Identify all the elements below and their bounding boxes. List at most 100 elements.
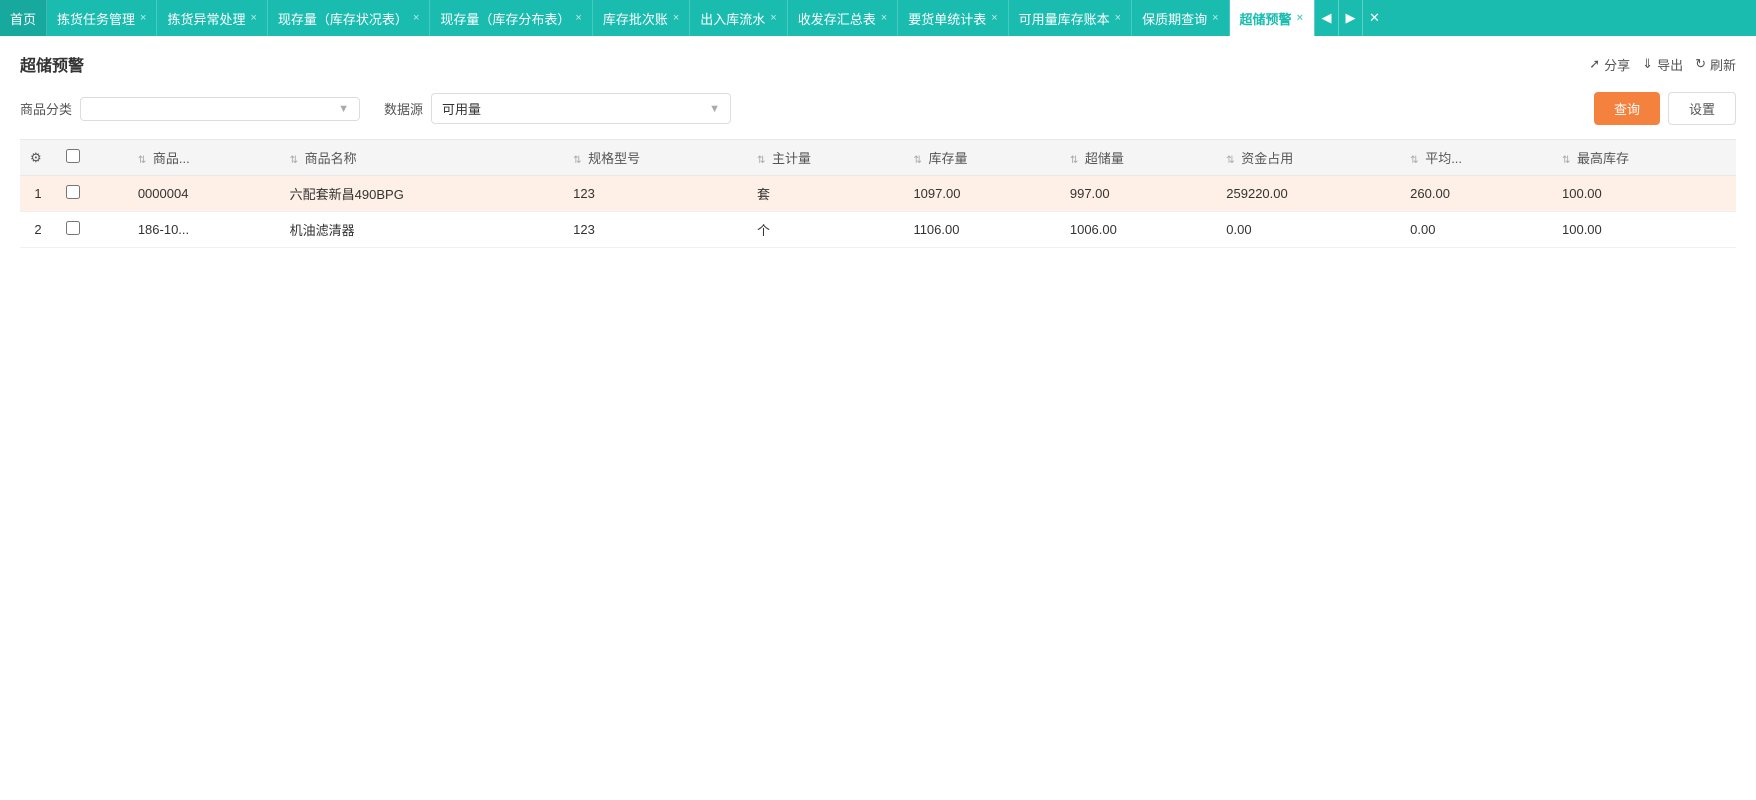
row-over-stock: 997.00 [1060, 176, 1216, 212]
filter-actions: 查询 设置 [1594, 92, 1736, 125]
nav-home[interactable]: 首页 [0, 0, 47, 36]
row-product-name: 六配套新昌490BPG [280, 176, 563, 212]
row-checkbox[interactable] [66, 221, 80, 235]
row-number: 1 [20, 176, 56, 212]
sort-icon: ⇅ [1070, 155, 1078, 166]
th-avg[interactable]: ⇅ 平均... [1400, 140, 1552, 176]
row-checkbox[interactable] [66, 185, 80, 199]
sort-icon: ⇅ [1410, 155, 1418, 166]
close-icon[interactable]: × [413, 12, 419, 24]
nav-current-stock-status[interactable]: 现存量（库存状况表） × [268, 0, 430, 36]
settings-gear-col[interactable]: ⚙ [20, 140, 56, 176]
nav-requisition-stats[interactable]: 要货单统计表 × [898, 0, 1008, 36]
row-checkbox-cell[interactable] [56, 176, 128, 212]
title-actions: ➚ 分享 ⇓ 导出 ↻ 刷新 [1589, 55, 1736, 74]
close-icon[interactable]: × [1297, 12, 1303, 24]
nav-close-all-arrow[interactable]: ✕ [1362, 0, 1386, 36]
datasource-label: 数据源 [384, 99, 423, 118]
page-title-row: 超储预警 ➚ 分享 ⇓ 导出 ↻ 刷新 [20, 52, 1736, 76]
close-icon[interactable]: × [1212, 12, 1218, 24]
row-over-stock: 1006.00 [1060, 212, 1216, 248]
row-max-stock: 100.00 [1552, 176, 1736, 212]
th-capital[interactable]: ⇅ 资金占用 [1216, 140, 1400, 176]
row-capital: 0.00 [1216, 212, 1400, 248]
nav-current-stock-dist[interactable]: 现存量（库存分布表） × [430, 0, 592, 36]
datasource-select[interactable]: 可用量 ▼ [431, 93, 731, 124]
datasource-value: 可用量 [442, 99, 481, 118]
row-number: 2 [20, 212, 56, 248]
datasource-filter-group: 数据源 可用量 ▼ [384, 93, 731, 124]
close-icon[interactable]: × [881, 12, 887, 24]
th-spec[interactable]: ⇅ 规格型号 [563, 140, 747, 176]
row-spec: 123 [563, 176, 747, 212]
export-icon: ⇓ [1642, 56, 1653, 72]
category-filter-group: 商品分类 ▼ [20, 97, 360, 121]
category-label: 商品分类 [20, 99, 72, 118]
th-checkbox [56, 140, 128, 176]
nav-overstock-warning[interactable]: 超储预警 × [1230, 0, 1314, 36]
sort-icon: ⇅ [573, 155, 581, 166]
row-stock: 1097.00 [903, 176, 1059, 212]
nav-shelf-life[interactable]: 保质期查询 × [1132, 0, 1229, 36]
row-checkbox-cell[interactable] [56, 212, 128, 248]
row-unit: 套 [747, 176, 903, 212]
th-stock[interactable]: ⇅ 库存量 [903, 140, 1059, 176]
data-table: ⚙ ⇅ 商品... ⇅ 商品名称 ⇅ 规格型号 ⇅ [20, 139, 1736, 248]
th-max-stock[interactable]: ⇅ 最高库存 [1552, 140, 1736, 176]
export-button[interactable]: ⇓ 导出 [1642, 55, 1683, 74]
sort-icon: ⇅ [1562, 155, 1570, 166]
row-product-code: 186-10... [128, 212, 280, 248]
nav-picking-task[interactable]: 拣货任务管理 × [47, 0, 157, 36]
refresh-button[interactable]: ↻ 刷新 [1695, 55, 1736, 74]
th-product-name[interactable]: ⇅ 商品名称 [280, 140, 563, 176]
page-content: 超储预警 ➚ 分享 ⇓ 导出 ↻ 刷新 商品分类 ▼ 数据源 [0, 36, 1756, 264]
nav-available-ledger[interactable]: 可用量库存账本 × [1009, 0, 1132, 36]
query-button[interactable]: 查询 [1594, 92, 1660, 125]
row-avg: 0.00 [1400, 212, 1552, 248]
close-icon[interactable]: × [673, 12, 679, 24]
th-unit[interactable]: ⇅ 主计量 [747, 140, 903, 176]
nav-prev-arrow[interactable]: ◀ [1314, 0, 1338, 36]
top-navigation: 首页 拣货任务管理 × 拣货异常处理 × 现存量（库存状况表） × 现存量（库存… [0, 0, 1756, 36]
nav-batch-ledger[interactable]: 库存批次账 × [593, 0, 690, 36]
share-icon: ➚ [1589, 56, 1600, 72]
row-spec: 123 [563, 212, 747, 248]
nav-picking-exception[interactable]: 拣货异常处理 × [157, 0, 267, 36]
sort-icon: ⇅ [138, 155, 146, 166]
sort-icon: ⇅ [290, 155, 298, 166]
th-product-code[interactable]: ⇅ 商品... [128, 140, 280, 176]
table-row: 1 0000004 六配套新昌490BPG 123 套 1097.00 997.… [20, 176, 1736, 212]
share-button[interactable]: ➚ 分享 [1589, 55, 1630, 74]
nav-receive-summary[interactable]: 收发存汇总表 × [788, 0, 898, 36]
close-icon[interactable]: × [575, 12, 581, 24]
close-icon[interactable]: × [770, 12, 776, 24]
close-icon[interactable]: × [991, 12, 997, 24]
table-row: 2 186-10... 机油滤清器 123 个 1106.00 1006.00 … [20, 212, 1736, 248]
row-capital: 259220.00 [1216, 176, 1400, 212]
close-icon[interactable]: × [250, 12, 256, 24]
table-header-row: ⚙ ⇅ 商品... ⇅ 商品名称 ⇅ 规格型号 ⇅ [20, 140, 1736, 176]
nav-inout-flow[interactable]: 出入库流水 × [690, 0, 787, 36]
th-over-stock[interactable]: ⇅ 超储量 [1060, 140, 1216, 176]
sort-icon: ⇅ [757, 155, 765, 166]
row-max-stock: 100.00 [1552, 212, 1736, 248]
filter-row: 商品分类 ▼ 数据源 可用量 ▼ 查询 设置 [20, 92, 1736, 125]
refresh-icon: ↻ [1695, 56, 1706, 72]
sort-icon: ⇅ [913, 155, 921, 166]
row-product-name: 机油滤清器 [280, 212, 563, 248]
sort-icon: ⇅ [1226, 155, 1234, 166]
chevron-down-icon: ▼ [338, 103, 349, 115]
select-all-checkbox[interactable] [66, 149, 80, 163]
page-title: 超储预警 [20, 52, 84, 76]
set-button[interactable]: 设置 [1668, 92, 1736, 125]
close-icon[interactable]: × [140, 12, 146, 24]
chevron-down-icon: ▼ [709, 103, 720, 115]
row-avg: 260.00 [1400, 176, 1552, 212]
row-stock: 1106.00 [903, 212, 1059, 248]
category-select[interactable]: ▼ [80, 97, 360, 121]
row-unit: 个 [747, 212, 903, 248]
gear-icon[interactable]: ⚙ [30, 150, 42, 165]
nav-next-arrow[interactable]: ▶ [1338, 0, 1362, 36]
close-icon[interactable]: × [1115, 12, 1121, 24]
row-product-code: 0000004 [128, 176, 280, 212]
